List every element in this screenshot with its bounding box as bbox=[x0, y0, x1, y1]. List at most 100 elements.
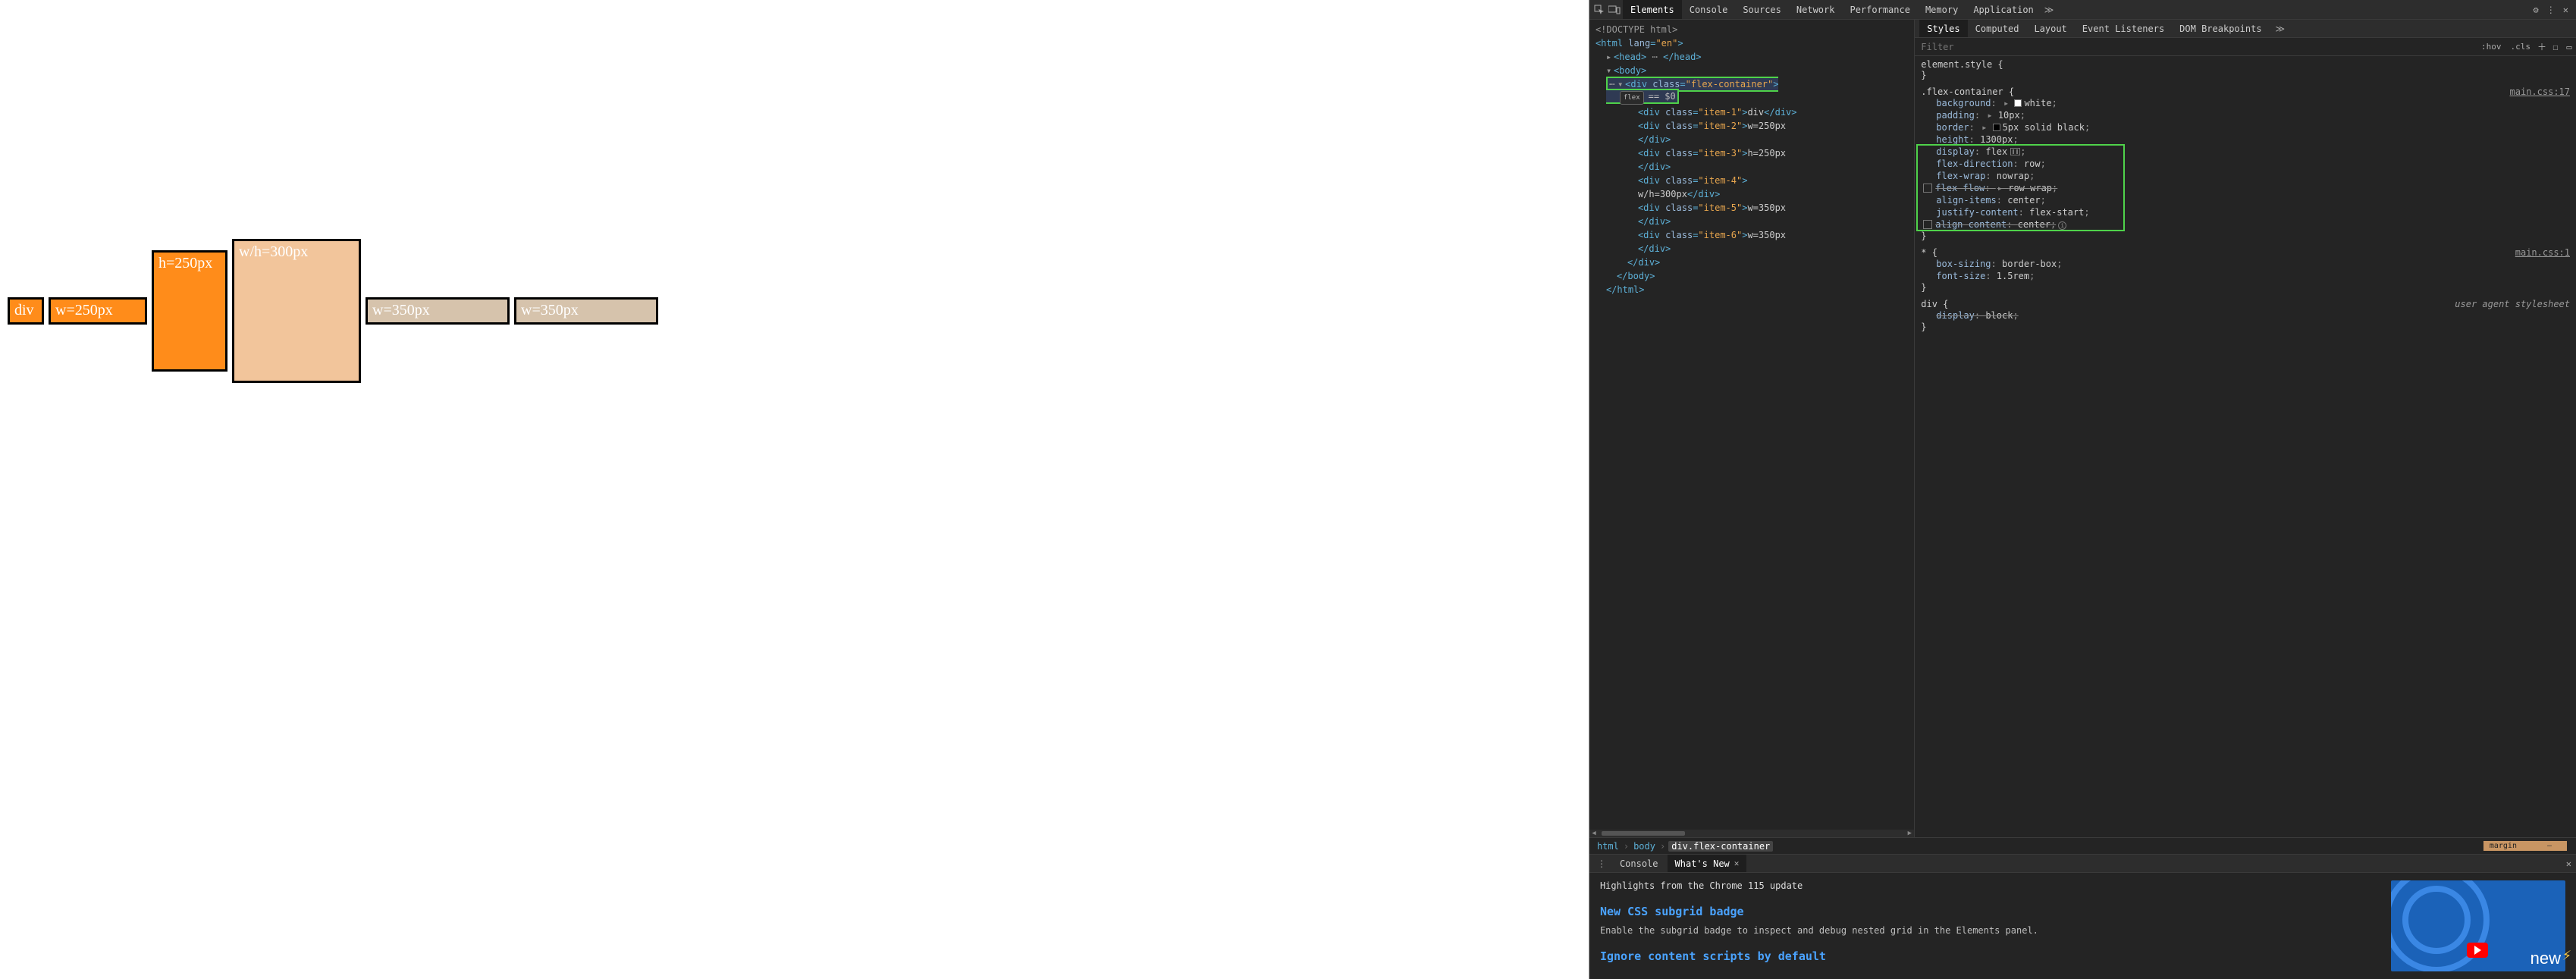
cls-toggle[interactable]: .cls bbox=[2506, 42, 2536, 52]
devtools-tabs: Elements Console Sources Network Perform… bbox=[1623, 0, 2057, 19]
new-rule-icon[interactable]: ＋ bbox=[2535, 40, 2549, 53]
tab-sources[interactable]: Sources bbox=[1735, 0, 1789, 19]
tab-elements[interactable]: Elements bbox=[1623, 0, 1682, 19]
star-selector[interactable]: * { bbox=[1921, 247, 1937, 258]
breadcrumb-row: html › body › div.flex-container margin … bbox=[1589, 837, 2576, 854]
dom-tree-panel[interactable]: <!DOCTYPE html> <html lang="en"> ▸<head>… bbox=[1589, 20, 1915, 837]
rule-source-link[interactable]: main.css:1 bbox=[2515, 247, 2570, 258]
play-icon[interactable] bbox=[2467, 943, 2488, 958]
css-declaration[interactable]: flex-wrap: nowrap; bbox=[1921, 170, 2570, 182]
styles-filter-input[interactable] bbox=[1915, 42, 2477, 52]
flex-container: div w=250px h=250px w/h=300px w=350px w=… bbox=[0, 0, 1589, 622]
flex-editor-icon[interactable] bbox=[2010, 148, 2020, 155]
flex-badge[interactable]: flex bbox=[1620, 91, 1644, 105]
computed-toggle-icon[interactable]: ▭ bbox=[2562, 42, 2576, 52]
brace-close: } bbox=[1921, 282, 1926, 293]
drawer-headline: Highlights from the Chrome 115 update bbox=[1600, 880, 2376, 891]
styles-filter-row: :hov .cls ＋ ☐ ▭ bbox=[1915, 38, 2576, 56]
hov-toggle[interactable]: :hov bbox=[2477, 42, 2506, 52]
drawer: ⋮ Console What's New✕ ✕ Highlights from … bbox=[1589, 854, 2576, 979]
eq-dollar-zero: == $0 bbox=[1649, 91, 1676, 102]
tab-performance[interactable]: Performance bbox=[1842, 0, 1917, 19]
color-swatch[interactable] bbox=[2014, 99, 2022, 107]
element-style-selector[interactable]: element.style { bbox=[1921, 59, 2003, 70]
drawer-tab-console[interactable]: Console bbox=[1612, 855, 1666, 872]
copy-styles-icon[interactable]: ☐ bbox=[2549, 42, 2562, 52]
ua-stylesheet-label: user agent stylesheet bbox=[2455, 299, 2570, 309]
dom-body-close[interactable]: </body> bbox=[1617, 271, 1655, 281]
drawer-thumbnail[interactable]: new bbox=[2391, 880, 2565, 971]
dom-html-close[interactable]: </html> bbox=[1606, 284, 1645, 295]
dom-head[interactable]: <head> bbox=[1614, 52, 1646, 62]
dom-body-open[interactable]: <body> bbox=[1614, 65, 1646, 76]
styles-tab-computed[interactable]: Computed bbox=[1968, 20, 2027, 37]
checkbox-icon[interactable] bbox=[1923, 220, 1932, 229]
css-declaration[interactable]: align-items: center; bbox=[1921, 194, 2570, 206]
close-icon[interactable]: ✕ bbox=[1734, 858, 1740, 868]
box-model-preview[interactable]: margin – bbox=[2483, 841, 2567, 851]
gear-icon[interactable]: ⚙ bbox=[2534, 5, 2539, 15]
dom-item-2[interactable]: <div class="item-2">w=250px bbox=[1589, 119, 1914, 133]
dom-item-1[interactable]: <div class="item-1">div</div> bbox=[1589, 105, 1914, 119]
css-declaration[interactable]: display: block; bbox=[1921, 309, 2570, 322]
flex-item-5: w=350px bbox=[366, 297, 510, 325]
color-swatch[interactable] bbox=[1993, 124, 2000, 131]
css-declaration[interactable]: border: ▸ 5px solid black; bbox=[1921, 121, 2570, 133]
rule-source-link[interactable]: main.css:17 bbox=[2510, 86, 2570, 97]
css-declaration[interactable]: background: ▸ white; bbox=[1921, 97, 2570, 109]
drawer-p1: Enable the subgrid badge to inspect and … bbox=[1600, 924, 2376, 937]
css-declaration[interactable]: padding: ▸ 10px; bbox=[1921, 109, 2570, 121]
brace-close: } bbox=[1921, 70, 1926, 80]
checkbox-icon[interactable] bbox=[1923, 184, 1932, 193]
device-toggle-icon[interactable] bbox=[1608, 3, 1621, 17]
div-selector[interactable]: div { bbox=[1921, 299, 1948, 309]
dom-scrollbar[interactable]: ◀▶ bbox=[1589, 830, 1914, 837]
styles-tab-dombreakpoints[interactable]: DOM Breakpoints bbox=[2172, 20, 2269, 37]
box-model-label: margin bbox=[2490, 842, 2517, 850]
tab-application[interactable]: Application bbox=[1966, 0, 2041, 19]
css-declaration[interactable]: height: 1300px; bbox=[1921, 133, 2570, 146]
css-declaration[interactable]: justify-content: flex-start; bbox=[1921, 206, 2570, 218]
drawer-tab-whatsnew[interactable]: What's New✕ bbox=[1668, 855, 1747, 872]
styles-rules[interactable]: element.style { } main.css:17 .flex-cont… bbox=[1915, 56, 2576, 837]
css-declaration[interactable]: flex-direction: row; bbox=[1921, 158, 2570, 170]
dom-item-3[interactable]: <div class="item-3">h=250px bbox=[1589, 146, 1914, 160]
css-declaration[interactable]: display: flex; bbox=[1921, 146, 2570, 158]
drawer-close-icon[interactable]: ✕ bbox=[2562, 858, 2576, 869]
drawer-h2[interactable]: Ignore content scripts by default bbox=[1600, 949, 2376, 963]
css-declaration[interactable]: flex-flow: ▸ row wrap; bbox=[1921, 182, 2570, 194]
box-model-dash: – bbox=[2547, 842, 2552, 850]
tabs-overflow-icon[interactable]: ≫ bbox=[2041, 5, 2057, 15]
dom-flex-close[interactable]: </div> bbox=[1627, 257, 1660, 268]
rendered-page: div w=250px h=250px w/h=300px w=350px w=… bbox=[0, 0, 1589, 979]
tab-network[interactable]: Network bbox=[1789, 0, 1843, 19]
dom-selected-row[interactable]: ⋯▾<div class="flex-container"> flex== $0 bbox=[1589, 77, 1914, 105]
close-icon[interactable]: ✕ bbox=[2563, 5, 2568, 15]
drawer-h1[interactable]: New CSS subgrid badge bbox=[1600, 905, 2376, 918]
lightning-icon[interactable]: ⚡ bbox=[2562, 946, 2571, 964]
dom-item-6[interactable]: <div class="item-6">w=350px bbox=[1589, 228, 1914, 242]
tab-console[interactable]: Console bbox=[1682, 0, 1736, 19]
styles-tabs-overflow-icon[interactable]: ≫ bbox=[2270, 24, 2292, 34]
kebab-icon[interactable]: ⋮ bbox=[2546, 5, 2556, 15]
inspect-icon[interactable] bbox=[1592, 3, 1606, 17]
drawer-kebab-icon[interactable]: ⋮ bbox=[1592, 858, 1611, 869]
crumb-html[interactable]: html bbox=[1595, 841, 1621, 852]
devtools-panel: Elements Console Sources Network Perform… bbox=[1589, 0, 2576, 979]
tab-memory[interactable]: Memory bbox=[1918, 0, 1966, 19]
crumb-selected[interactable]: div.flex-container bbox=[1668, 841, 1773, 852]
dom-doctype: <!DOCTYPE html> bbox=[1595, 24, 1677, 35]
styles-tab-styles[interactable]: Styles bbox=[1919, 20, 1967, 37]
crumb-body[interactable]: body bbox=[1632, 841, 1657, 852]
flex-container-selector[interactable]: .flex-container { bbox=[1921, 86, 2014, 97]
css-declaration[interactable]: box-sizing: border-box; bbox=[1921, 258, 2570, 270]
styles-tab-layout[interactable]: Layout bbox=[2026, 20, 2074, 37]
css-declaration[interactable]: align-content: center;i bbox=[1921, 218, 2570, 231]
styles-tab-eventlisteners[interactable]: Event Listeners bbox=[2075, 20, 2172, 37]
styles-tabs: Styles Computed Layout Event Listeners D… bbox=[1915, 20, 2576, 38]
dom-item-4[interactable]: <div class="item-4"> bbox=[1589, 174, 1914, 187]
info-icon[interactable]: i bbox=[2058, 221, 2066, 230]
css-declaration[interactable]: font-size: 1.5rem; bbox=[1921, 270, 2570, 282]
dom-html-open[interactable]: <html lang="en"> bbox=[1595, 38, 1683, 49]
dom-item-5[interactable]: <div class="item-5">w=350px bbox=[1589, 201, 1914, 215]
